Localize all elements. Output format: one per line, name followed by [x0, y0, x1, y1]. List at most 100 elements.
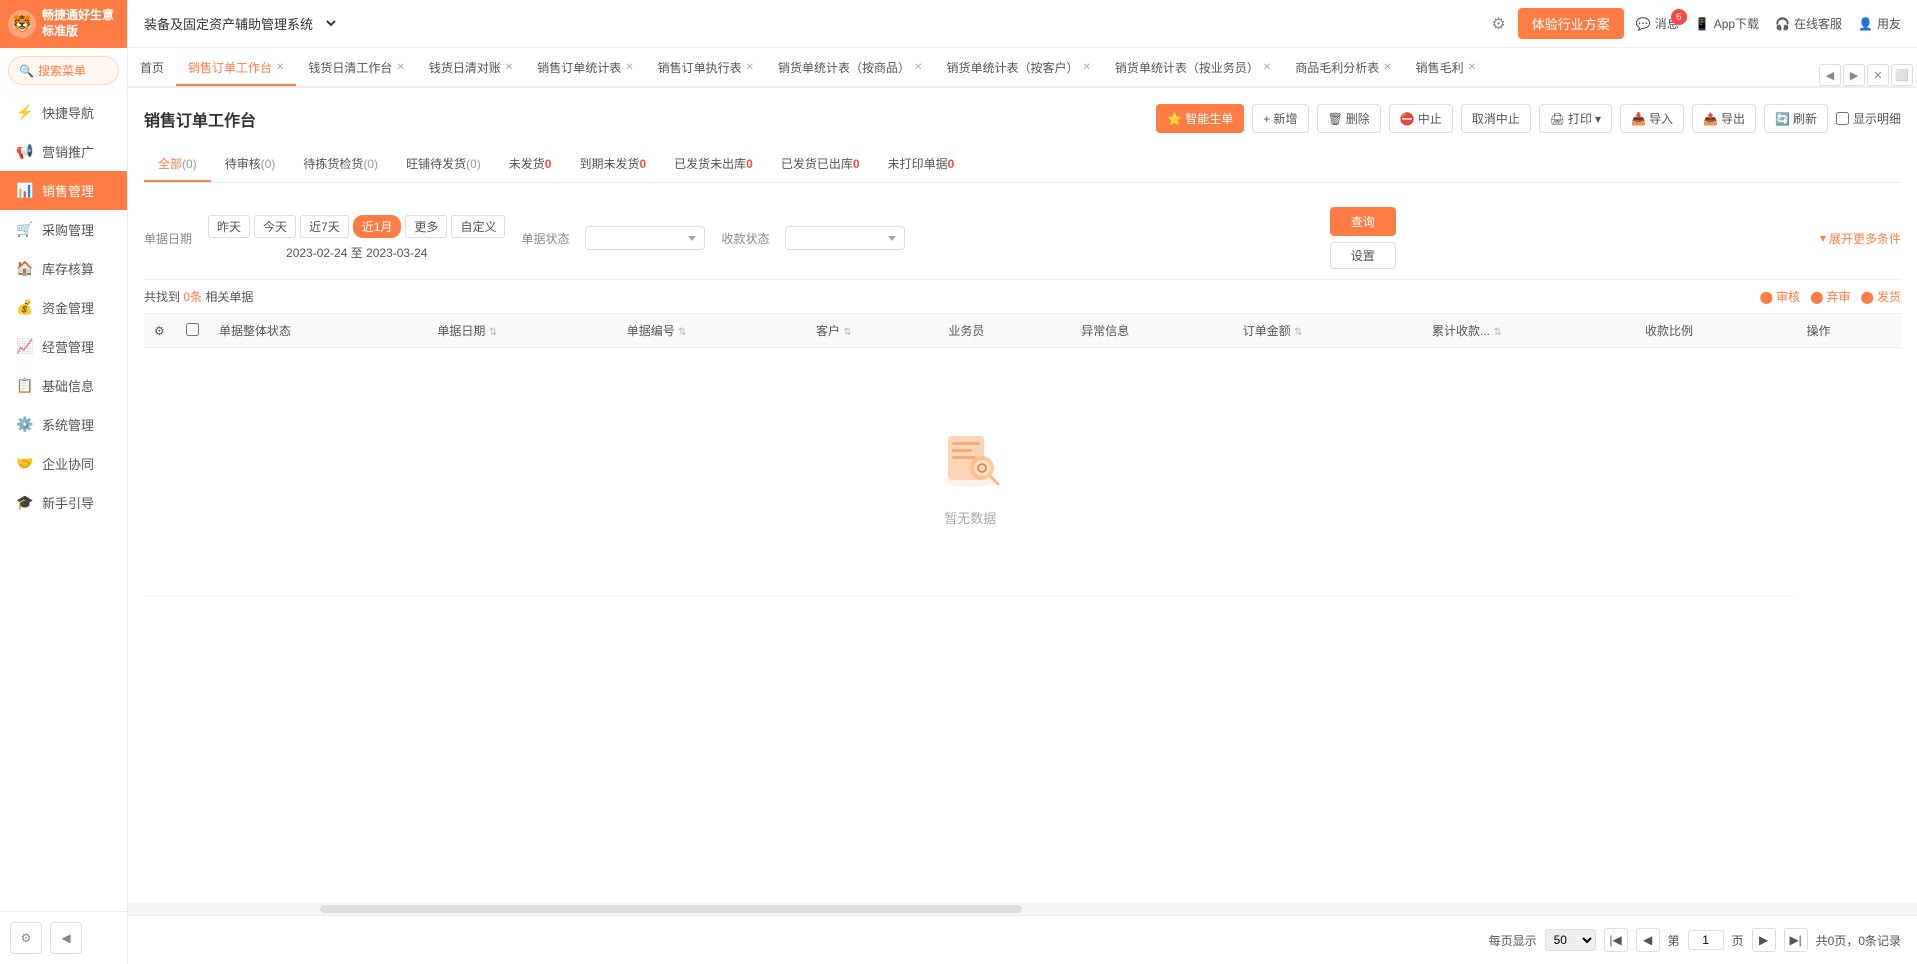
th-settings[interactable]: ⚙ — [144, 314, 176, 348]
refresh-button[interactable]: 🔄 刷新 — [1764, 104, 1828, 133]
date-more[interactable]: 更多 — [405, 215, 447, 238]
tab-cash-daily[interactable]: 钱货日清工作台 ✕ — [296, 51, 416, 86]
tab-nav-maximize[interactable]: ⬜ — [1891, 64, 1913, 86]
export-button[interactable]: 📤 导出 — [1692, 104, 1756, 133]
next-page-button[interactable]: ▶ — [1752, 928, 1776, 952]
tab-close-sales-stat[interactable]: ✕ — [625, 62, 633, 73]
last-page-button[interactable]: ▶| — [1784, 928, 1808, 952]
tab-close-cargo-product[interactable]: ✕ — [914, 62, 922, 73]
horizontal-scrollbar[interactable] — [144, 903, 1901, 915]
add-button[interactable]: + 新增 — [1252, 104, 1308, 133]
page-size-select[interactable]: 50 100 200 — [1545, 929, 1596, 951]
th-collected[interactable]: 累计收款... ⇅ — [1422, 314, 1635, 348]
filter-tab-pending-inspect[interactable]: 待拣货检货(0) — [289, 147, 392, 182]
tab-close-cash-reconcile[interactable]: ✕ — [505, 62, 513, 73]
sidebar-item-system[interactable]: ⚙️ 系统管理 — [0, 405, 127, 444]
tab-close-cash-daily[interactable]: ✕ — [396, 62, 404, 73]
tab-cash-reconcile[interactable]: 钱货日清对账 ✕ — [417, 51, 525, 86]
filter-tab-all[interactable]: 全部(0) — [144, 147, 211, 182]
tab-close-product-margin[interactable]: ✕ — [1383, 62, 1391, 73]
tab-nav-prev[interactable]: ◀ — [1819, 64, 1841, 86]
date-yesterday[interactable]: 昨天 — [208, 215, 250, 238]
cancel-stop-button[interactable]: 取消中止 — [1461, 104, 1531, 133]
status-filter-select[interactable] — [585, 226, 705, 250]
smart-generate-button[interactable]: ⭐ 智能生单 — [1156, 104, 1244, 133]
tab-home[interactable]: 首页 — [128, 51, 176, 86]
filter-tab-shipped-out[interactable]: 已发货已出库0 — [767, 147, 874, 182]
sidebar-item-purchase[interactable]: 🛒 采购管理 — [0, 210, 127, 249]
filter-tab-wangpu[interactable]: 旺铺待发货(0) — [392, 147, 495, 182]
settings-button[interactable]: 设置 — [1330, 242, 1396, 269]
tab-close-cargo-customer[interactable]: ✕ — [1082, 62, 1090, 73]
th-date[interactable]: 单据日期 ⇅ — [427, 314, 616, 348]
tab-cargo-stat-product[interactable]: 销货单统计表（按商品） ✕ — [766, 51, 934, 86]
date-today[interactable]: 今天 — [254, 215, 296, 238]
date-custom[interactable]: 自定义 — [451, 215, 505, 238]
review-action-button[interactable]: ⬤ 审核 — [1760, 288, 1800, 305]
tab-nav-close-all[interactable]: ✕ — [1867, 64, 1889, 86]
message-button[interactable]: 💬 消息 6 — [1636, 15, 1679, 32]
tab-product-margin[interactable]: 商品毛利分析表 ✕ — [1283, 51, 1403, 86]
tab-sales-exec[interactable]: 销售订单执行表 ✕ — [646, 51, 766, 86]
filter-tab-pending-review[interactable]: 待审核(0) — [211, 147, 290, 182]
sidebar-item-operations[interactable]: 📈 经营管理 — [0, 327, 127, 366]
th-number[interactable]: 单据编号 ⇅ — [617, 314, 806, 348]
search-menu-button[interactable]: 🔍 搜索菜单 — [8, 56, 119, 85]
tab-close-cargo-staff[interactable]: ✕ — [1263, 62, 1271, 73]
collapse-sidebar-button[interactable]: ◀ — [50, 922, 82, 954]
sidebar-item-marketing[interactable]: 📢 营销推广 — [0, 132, 127, 171]
workspace-actions: ⭐ 智能生单 + 新增 🗑 删除 ⛔ 中止 取消中止 🖨 — [1156, 104, 1901, 133]
topbar-dropdown[interactable] — [319, 15, 339, 32]
show-detail-label[interactable]: 显示明细 — [1836, 110, 1901, 127]
online-service-button[interactable]: 🎧 在线客服 — [1775, 15, 1842, 32]
select-all-checkbox[interactable] — [186, 323, 199, 336]
enterprise-icon: 🤝 — [16, 455, 34, 473]
settings-bottom-button[interactable]: ⚙ — [10, 922, 42, 954]
tab-close-sales-more[interactable]: ✕ — [1468, 62, 1476, 73]
sidebar-item-basic-info[interactable]: 📋 基础信息 — [0, 366, 127, 405]
sidebar-item-quick-nav[interactable]: ⚡ 快捷导航 — [0, 93, 127, 132]
import-button[interactable]: 📥 导入 — [1620, 104, 1684, 133]
tab-nav: ◀ ▶ ✕ ⬜ — [1815, 64, 1917, 86]
sidebar-item-guide[interactable]: 🎓 新手引导 — [0, 483, 127, 522]
payment-filter-select[interactable] — [785, 226, 905, 250]
delete-button[interactable]: 🗑 删除 — [1317, 104, 1381, 133]
sidebar-item-inventory[interactable]: 🏠 库存核算 — [0, 249, 127, 288]
user-menu-button[interactable]: 👤 用友 — [1858, 15, 1901, 32]
sidebar-item-enterprise[interactable]: 🤝 企业协同 — [0, 444, 127, 483]
print-button[interactable]: 🖨 打印 ▾ — [1539, 104, 1612, 133]
stop-button[interactable]: ⛔ 中止 — [1389, 104, 1453, 133]
abandon-review-button[interactable]: ⬤ 弃审 — [1810, 288, 1850, 305]
tab-sales-stat[interactable]: 销售订单统计表 ✕ — [525, 51, 645, 86]
expand-conditions-button[interactable]: ▾ 展开更多条件 — [1820, 230, 1901, 247]
filter-tab-shipped-not-out[interactable]: 已发货未出库0 — [660, 147, 767, 182]
sidebar-item-finance[interactable]: 💰 资金管理 — [0, 288, 127, 327]
industry-solution-button[interactable]: 体验行业方案 — [1518, 8, 1624, 39]
date-1month[interactable]: 近1月 — [353, 215, 402, 238]
sidebar-item-sales[interactable]: 📊 销售管理 — [0, 171, 127, 210]
query-button[interactable]: 查询 — [1330, 207, 1396, 236]
tab-cargo-stat-customer[interactable]: 销货单统计表（按客户） ✕ — [934, 51, 1102, 86]
first-page-button[interactable]: |◀ — [1604, 928, 1628, 952]
tab-sales-workbench[interactable]: 销售订单工作台 ✕ — [176, 51, 296, 86]
tab-sales-more[interactable]: 销售毛利 ✕ — [1404, 51, 1488, 86]
filter-tab-not-printed[interactable]: 未打印单据0 — [874, 147, 969, 182]
tab-cargo-stat-staff[interactable]: 销货单统计表（按业务员） ✕ — [1103, 51, 1283, 86]
filter-tab-not-shipped[interactable]: 未发货0 — [495, 147, 566, 182]
show-detail-checkbox[interactable] — [1836, 112, 1849, 125]
tab-nav-next[interactable]: ▶ — [1843, 64, 1865, 86]
tab-close-sales-workbench[interactable]: ✕ — [276, 62, 284, 73]
tab-close-sales-exec[interactable]: ✕ — [746, 62, 754, 73]
page-number-input[interactable] — [1688, 930, 1724, 950]
filter-tab-expired[interactable]: 到期未发货0 — [565, 147, 660, 182]
th-amount[interactable]: 订单金额 ⇅ — [1233, 314, 1422, 348]
prev-page-button[interactable]: ◀ — [1636, 928, 1660, 952]
scrollbar-thumb[interactable] — [320, 905, 1023, 913]
page-label: 第 — [1668, 932, 1680, 949]
topbar-gear-icon[interactable]: ⚙ — [1491, 14, 1505, 34]
ship-action-button[interactable]: ⬤ 发货 — [1861, 288, 1901, 305]
th-customer[interactable]: 客户 ⇅ — [806, 314, 938, 348]
app-download-button[interactable]: 📱 App下载 — [1695, 15, 1759, 32]
th-checkbox[interactable] — [176, 314, 209, 348]
date-7days[interactable]: 近7天 — [300, 215, 349, 238]
